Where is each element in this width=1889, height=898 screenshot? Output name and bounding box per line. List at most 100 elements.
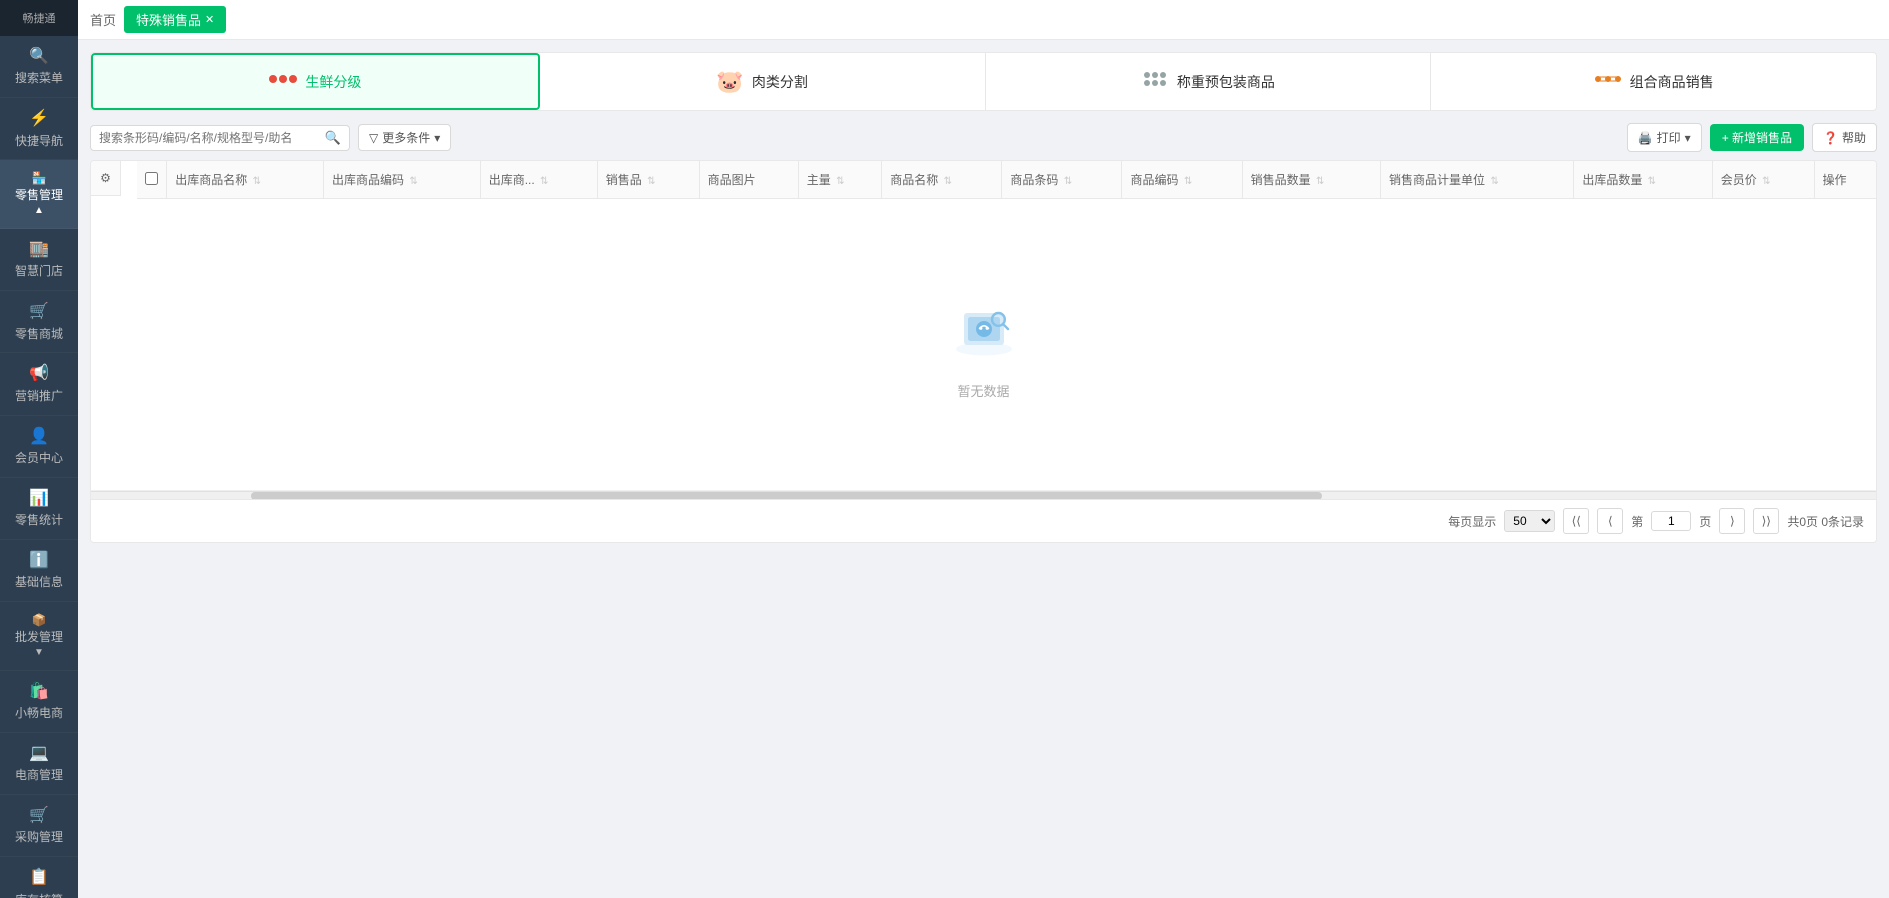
col-product-barcode[interactable]: 商品条码 ⇅	[1002, 161, 1122, 199]
data-table-wrap: ⚙ 出库商品名称 ⇅ 出库商品编码 ⇅ 出库商... ⇅	[90, 160, 1877, 543]
sort-icon: ⇅	[1648, 176, 1656, 187]
retail-mgmt-icon: 🏪	[32, 170, 47, 187]
help-button[interactable]: ❓ 帮助	[1812, 123, 1877, 152]
chevron-up-icon: ▲	[34, 204, 44, 218]
sidebar-item-purchase-mgmt[interactable]: 🛒 采购管理	[0, 795, 78, 857]
sort-icon: ⇅	[647, 176, 655, 187]
sidebar-item-label: 快捷导航	[15, 133, 63, 150]
sidebar-item-marketing[interactable]: 📢 营销推广	[0, 353, 78, 415]
toolbar-right: 🖨️ 打印 ▾ + 新增销售品 ❓ 帮助	[1627, 123, 1877, 152]
col-operation: 操作	[1814, 161, 1876, 199]
combo-sales-icon	[1594, 69, 1622, 94]
sidebar-item-member-center[interactable]: 👤 会员中心	[0, 416, 78, 478]
sidebar: 畅捷通 🔍 搜索菜单 ⚡ 快捷导航 🏪 零售管理 ▲ 🏬 智慧门店 🛒 零售商城…	[0, 0, 78, 898]
sidebar-item-label: 搜索菜单	[15, 70, 63, 87]
total-info: 共0页 0条记录	[1787, 513, 1864, 530]
help-icon: ❓	[1823, 131, 1838, 145]
sidebar-item-search-menu[interactable]: 🔍 搜索菜单	[0, 36, 78, 98]
col-out-product-name[interactable]: 出库商品名称 ⇅	[167, 161, 324, 199]
basic-info-icon: ℹ️	[29, 550, 49, 572]
col-product-name[interactable]: 商品名称 ⇅	[882, 161, 1002, 199]
sidebar-item-retail-mall[interactable]: 🛒 零售商城	[0, 291, 78, 353]
col-product-image[interactable]: 商品图片	[699, 161, 798, 199]
tab-meat-cut-label: 肉类分割	[752, 72, 808, 92]
col-settings[interactable]: ⚙	[91, 161, 121, 196]
sidebar-item-label: 零售管理	[15, 187, 63, 204]
filter-icon: ▽	[369, 131, 378, 145]
col-out-product-spec[interactable]: 出库商... ⇅	[480, 161, 597, 199]
sidebar-item-retail-stats[interactable]: 📊 零售统计	[0, 478, 78, 540]
page-suffix-label: 页	[1699, 513, 1711, 530]
sidebar-item-basic-info[interactable]: ℹ️ 基础信息	[0, 540, 78, 602]
tab-weight-pack-label: 称重预包装商品	[1177, 72, 1275, 92]
weight-pack-icon	[1141, 69, 1169, 94]
sidebar-item-smart-store[interactable]: 🏬 智慧门店	[0, 229, 78, 291]
col-product-code-num[interactable]: 商品编码 ⇅	[1122, 161, 1242, 199]
print-button[interactable]: 🖨️ 打印 ▾	[1627, 123, 1702, 152]
sort-icon: ⇅	[253, 176, 261, 187]
member-center-icon: 👤	[29, 426, 49, 448]
print-dropdown-icon: ▾	[1685, 131, 1691, 145]
search-icon: 🔍	[325, 130, 341, 146]
data-table: ⚙ 出库商品名称 ⇅ 出库商品编码 ⇅ 出库商... ⇅	[91, 161, 1876, 491]
tab-weight-pack[interactable]: 称重预包装商品	[986, 53, 1432, 110]
sidebar-item-label: 批发管理	[15, 629, 63, 646]
col-sale-product[interactable]: 销售品 ⇅	[597, 161, 699, 199]
marketing-icon: 📢	[29, 363, 49, 385]
quick-nav-icon: ⚡	[29, 108, 49, 130]
prev-page-button[interactable]: ⟨	[1597, 508, 1623, 534]
tab-fresh-grade-label: 生鲜分级	[305, 72, 361, 92]
sidebar-item-ecom-mgmt[interactable]: 💻 电商管理	[0, 733, 78, 795]
sort-icon: ⇅	[540, 176, 548, 187]
topbar: 首页 特殊销售品 ✕	[78, 0, 1889, 40]
inventory-icon: 📋	[29, 867, 49, 889]
tab-close-icon[interactable]: ✕	[205, 13, 214, 26]
filter-label: 更多条件	[382, 129, 430, 146]
tab-combo-sales[interactable]: 组合商品销售	[1431, 53, 1876, 110]
sidebar-item-label: 营销推广	[15, 388, 63, 405]
col-member-price[interactable]: 会员价 ⇅	[1712, 161, 1814, 199]
sidebar-item-label: 零售商城	[15, 326, 63, 343]
tab-fresh-grade[interactable]: 生鲜分级	[91, 53, 540, 110]
active-tab[interactable]: 特殊销售品 ✕	[124, 6, 226, 33]
search-box: 🔍	[90, 125, 350, 151]
sidebar-item-label: 会员中心	[15, 450, 63, 467]
col-weight[interactable]: 主量 ⇅	[798, 161, 882, 199]
tab-meat-cut[interactable]: 🐷 肉类分割	[540, 53, 986, 110]
sort-icon: ⇅	[836, 176, 844, 187]
print-label: 打印	[1657, 129, 1681, 146]
next-page-button[interactable]: ⟩	[1719, 508, 1745, 534]
horizontal-scrollbar[interactable]	[91, 491, 1876, 499]
sidebar-item-quick-nav[interactable]: ⚡ 快捷导航	[0, 98, 78, 160]
sidebar-item-inventory[interactable]: 📋 库存核算	[0, 857, 78, 898]
first-page-button[interactable]: ⟨⟨	[1563, 508, 1589, 534]
print-icon: 🖨️	[1638, 131, 1653, 145]
sidebar-item-label: 采购管理	[15, 829, 63, 846]
fresh-grade-icon	[269, 69, 297, 94]
help-label: 帮助	[1842, 129, 1866, 146]
search-input[interactable]	[99, 131, 325, 145]
col-checkbox[interactable]	[137, 161, 167, 199]
sort-icon: ⇅	[1184, 176, 1192, 187]
sidebar-item-mini-ecom[interactable]: 🛍️ 小畅电商	[0, 671, 78, 733]
active-tab-label: 特殊销售品	[136, 10, 201, 29]
per-page-select[interactable]: 50 10 20 100	[1504, 510, 1555, 532]
sidebar-item-label: 库存核算	[15, 892, 63, 898]
select-all-checkbox[interactable]	[145, 172, 158, 185]
retail-mall-icon: 🛒	[29, 301, 49, 323]
purchase-mgmt-icon: 🛒	[29, 805, 49, 827]
page-number-input[interactable]	[1651, 511, 1691, 531]
toolbar-left: 🔍 ▽ 更多条件 ▾	[90, 124, 451, 151]
col-out-product-code[interactable]: 出库商品编码 ⇅	[323, 161, 480, 199]
last-page-button[interactable]: ⟩⟩	[1753, 508, 1779, 534]
col-sale-qty[interactable]: 销售品数量 ⇅	[1242, 161, 1380, 199]
filter-button[interactable]: ▽ 更多条件 ▾	[358, 124, 451, 151]
add-button[interactable]: + 新增销售品	[1710, 124, 1804, 151]
sidebar-item-wholesale-mgmt[interactable]: 📦 批发管理 ▼	[0, 602, 78, 671]
filter-dropdown-icon: ▾	[434, 131, 440, 145]
home-link[interactable]: 首页	[90, 10, 116, 29]
col-out-qty[interactable]: 出库品数量 ⇅	[1574, 161, 1712, 199]
empty-illustration	[944, 289, 1024, 369]
sidebar-item-retail-mgmt[interactable]: 🏪 零售管理 ▲	[0, 160, 78, 229]
col-sale-unit[interactable]: 销售商品计量单位 ⇅	[1380, 161, 1573, 199]
